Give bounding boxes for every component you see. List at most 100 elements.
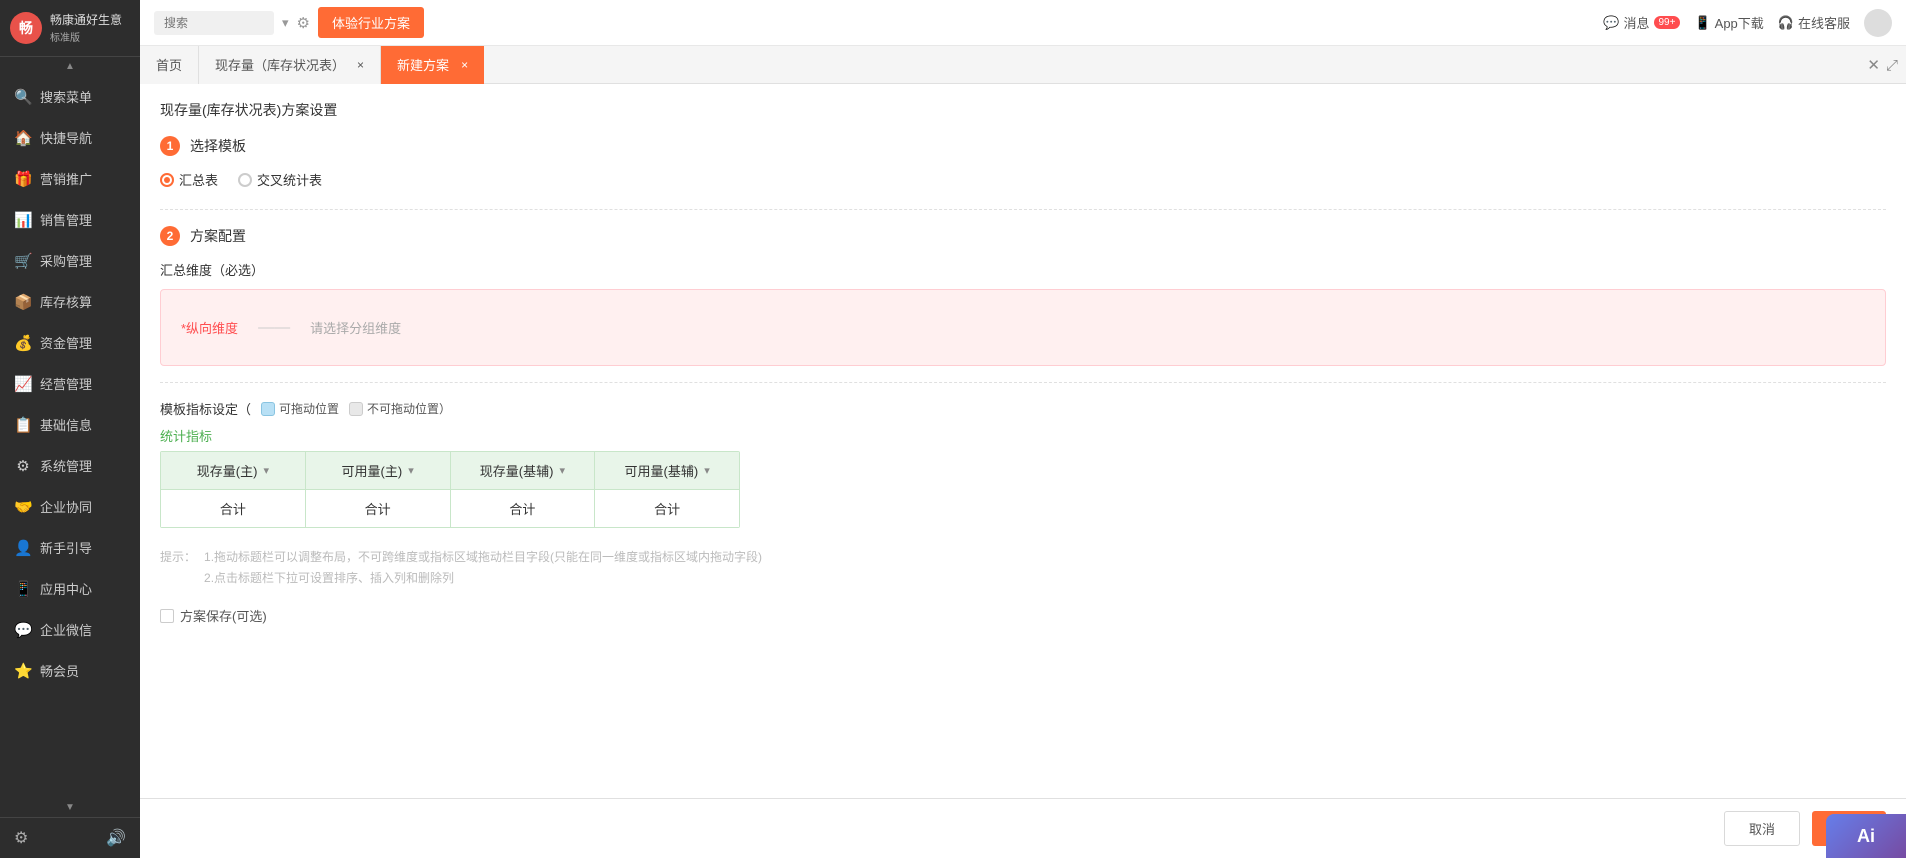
topbar-message[interactable]: 💬 消息 99+ <box>1603 13 1680 32</box>
sidebar-item-inventory[interactable]: 📦 库存核算 <box>0 281 140 322</box>
sidebar-scroll-up[interactable]: ▲ <box>0 57 140 76</box>
template-options: 汇总表 交叉统计表 <box>160 170 1886 189</box>
ai-float-button[interactable]: Ai <box>1826 814 1906 858</box>
sidebar-item-label: 销售管理 <box>40 210 92 229</box>
expand-window-icon[interactable]: ⤢ <box>1886 57 1898 74</box>
sidebar-item-sales[interactable]: 📊 销售管理 <box>0 199 140 240</box>
sidebar-item-label: 采购管理 <box>40 251 92 270</box>
dimension-config: 汇总维度（必选） *纵向维度 —— 请选择分组维度 <box>160 260 1886 366</box>
stats-col-0-label: 现存量(主) <box>197 461 258 480</box>
marketing-icon: 🎁 <box>14 170 32 188</box>
stats-col-1-label: 可用量(主) <box>342 461 403 480</box>
sidebar-item-system[interactable]: ⚙ 系统管理 <box>0 445 140 486</box>
sidebar-item-member[interactable]: ⭐ 畅会员 <box>0 650 140 691</box>
sidebar-item-finance[interactable]: 💰 资金管理 <box>0 322 140 363</box>
stats-col-2[interactable]: 现存量(基辅) ▾ <box>451 452 596 489</box>
search-icon: 🔍 <box>14 88 32 106</box>
section1-header: 1 选择模板 <box>160 136 1886 156</box>
app-name: 畅康通好生意 <box>50 12 122 29</box>
stats-col-2-label: 现存量(基辅) <box>480 461 554 480</box>
sidebar-item-basic-info[interactable]: 📋 基础信息 <box>0 404 140 445</box>
tab-inventory-close[interactable]: × <box>357 58 364 72</box>
cross-label: 交叉统计表 <box>257 170 322 189</box>
tab-inventory-status[interactable]: 现存量（库存状况表） × <box>199 46 381 84</box>
sidebar-item-operations[interactable]: 📈 经营管理 <box>0 363 140 404</box>
summary-label: 汇总表 <box>179 170 218 189</box>
template-cross-option[interactable]: 交叉统计表 <box>238 170 322 189</box>
cooperation-icon: 🤝 <box>14 498 32 516</box>
topbar-online-service[interactable]: 🎧 在线客服 <box>1778 13 1850 32</box>
cancel-button[interactable]: 取消 <box>1724 811 1800 846</box>
sidebar-item-quick-nav[interactable]: 🏠 快捷导航 <box>0 117 140 158</box>
stats-cell-0-3: 合计 <box>595 490 739 527</box>
app-name-block: 畅康通好生意 标准版 <box>50 12 122 44</box>
sidebar-nav: 🔍 搜索菜单 🏠 快捷导航 🎁 营销推广 📊 销售管理 🛒 采购管理 📦 库存核… <box>0 76 140 798</box>
sidebar-item-enterprise-wechat[interactable]: 💬 企业微信 <box>0 609 140 650</box>
tab-home-label: 首页 <box>156 55 182 74</box>
topbar-app-download[interactable]: 📱 App下载 <box>1694 13 1763 32</box>
sidebar-item-new-user[interactable]: 👤 新手引导 <box>0 527 140 568</box>
trial-button[interactable]: 体验行业方案 <box>318 7 424 38</box>
tab-new-scheme-close[interactable]: × <box>461 58 468 72</box>
message-label: 消息 <box>1623 13 1649 32</box>
metrics-label-text: 模板指标设定（ <box>160 399 251 418</box>
sidebar-item-marketing[interactable]: 🎁 营销推广 <box>0 158 140 199</box>
topbar-gear-icon[interactable]: ⚙ <box>297 14 310 32</box>
system-icon: ⚙ <box>14 457 32 475</box>
settings-footer-icon[interactable]: ⚙ <box>14 828 28 848</box>
app-center-icon: 📱 <box>14 580 32 598</box>
content-area: 现存量(库存状况表)方案设置 1 选择模板 汇总表 交叉统计表 <box>140 84 1906 798</box>
stats-col-3-dropdown[interactable]: ▾ <box>704 464 710 477</box>
topbar-right: 💬 消息 99+ 📱 App下载 🎧 在线客服 <box>1603 9 1892 37</box>
page-title: 现存量(库存状况表)方案设置 <box>160 100 1886 120</box>
stats-col-2-dropdown[interactable]: ▾ <box>559 464 565 477</box>
save-option: 方案保存(可选) <box>160 606 1886 625</box>
stats-col-1[interactable]: 可用量(主) ▾ <box>306 452 451 489</box>
stats-table-body: 合计 合计 合计 合计 <box>161 489 739 527</box>
sidebar-item-label: 库存核算 <box>40 292 92 311</box>
stats-col-3[interactable]: 可用量(基辅) ▾ <box>595 452 739 489</box>
quick-nav-icon: 🏠 <box>14 129 32 147</box>
app-download-label: App下载 <box>1715 13 1764 32</box>
section1-title: 选择模板 <box>190 136 246 156</box>
save-checkbox[interactable] <box>160 609 174 623</box>
cross-radio[interactable] <box>238 173 252 187</box>
headset-icon: 🎧 <box>1778 15 1794 31</box>
template-summary-option[interactable]: 汇总表 <box>160 170 218 189</box>
sidebar-item-cooperation[interactable]: 🤝 企业协同 <box>0 486 140 527</box>
sidebar-item-label: 基础信息 <box>40 415 92 434</box>
sidebar-item-label: 系统管理 <box>40 456 92 475</box>
topbar-left: ▾ ⚙ 体验行业方案 <box>154 7 1593 38</box>
sales-icon: 📊 <box>14 211 32 229</box>
app-logo-icon: 畅 <box>10 12 42 44</box>
section-divider-2 <box>160 382 1886 383</box>
basic-info-icon: 📋 <box>14 416 32 434</box>
movable-dot <box>261 402 275 416</box>
topbar-search-input[interactable] <box>154 11 274 35</box>
tab-new-scheme[interactable]: 新建方案 × <box>381 46 484 84</box>
sidebar-item-purchase[interactable]: 🛒 采购管理 <box>0 240 140 281</box>
summary-radio[interactable] <box>160 173 174 187</box>
tab-inventory-label: 现存量（库存状况表） <box>215 55 345 74</box>
close-window-icon[interactable]: ✕ <box>1867 56 1880 74</box>
stats-col-0[interactable]: 现存量(主) ▾ <box>161 452 306 489</box>
topbar-dropdown-icon[interactable]: ▾ <box>282 15 289 31</box>
stats-col-0-dropdown[interactable]: ▾ <box>263 464 269 477</box>
content-inner: 现存量(库存状况表)方案设置 1 选择模板 汇总表 交叉统计表 <box>140 84 1906 798</box>
sidebar-item-search[interactable]: 🔍 搜索菜单 <box>0 76 140 117</box>
sidebar-scroll-down[interactable]: ▼ <box>0 798 140 817</box>
tip-text-1: 1.拖动标题栏可以调整布局，不可跨维度或指标区域拖动栏目字段(只能在同一维度或指… <box>204 548 762 565</box>
finance-icon: 💰 <box>14 334 32 352</box>
stats-section-title: 统计指标 <box>160 426 1886 445</box>
tip-line-1: 提示： 1.拖动标题栏可以调整布局，不可跨维度或指标区域拖动栏目字段(只能在同一… <box>160 548 1886 565</box>
user-avatar[interactable] <box>1864 9 1892 37</box>
window-controls: ✕ ⤢ <box>1867 46 1906 84</box>
sidebar-item-app-center[interactable]: 📱 应用中心 <box>0 568 140 609</box>
stats-col-1-dropdown[interactable]: ▾ <box>408 464 414 477</box>
unmovable-indicator: 不可拖动位置） <box>349 400 451 417</box>
sound-footer-icon[interactable]: 🔊 <box>106 828 126 848</box>
tab-home[interactable]: 首页 <box>140 46 199 84</box>
dimension-placeholder[interactable]: 请选择分组维度 <box>310 318 401 337</box>
footer: 取消 查询 <box>140 798 1906 858</box>
save-label: 方案保存(可选) <box>180 606 267 625</box>
